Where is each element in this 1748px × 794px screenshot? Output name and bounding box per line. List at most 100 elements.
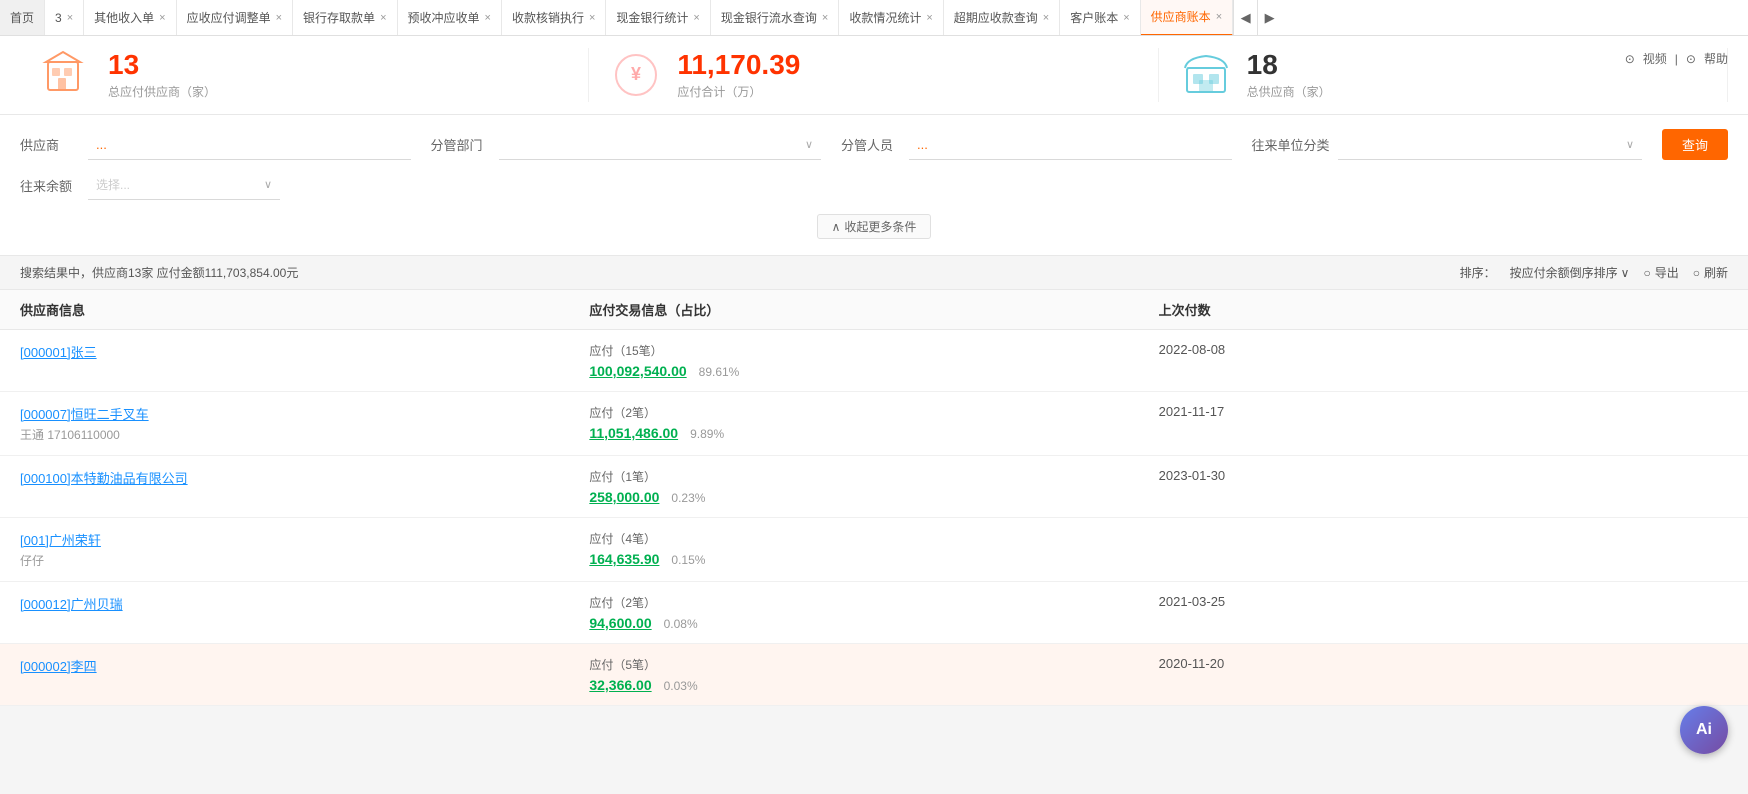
close-icon[interactable]: × xyxy=(693,12,699,24)
last-pay-date: 2022-08-08 xyxy=(1159,342,1226,357)
supplier-info-cell: [000012]广州贝瑞 xyxy=(20,594,589,613)
nav-tab-overdue-ar[interactable]: 超期应收款查询 × xyxy=(944,0,1060,36)
filter-dept: 分管部门 ∨ xyxy=(431,130,822,160)
close-icon[interactable]: × xyxy=(1043,12,1049,24)
supplier-link[interactable]: [000100]本特勤油品有限公司 xyxy=(20,468,589,487)
chevron-down-icon-2: ∨ xyxy=(1626,138,1634,151)
close-icon[interactable]: × xyxy=(485,12,491,24)
supplier-icon xyxy=(40,48,94,102)
collapse-button[interactable]: ∧ 收起更多条件 xyxy=(817,214,932,239)
unit-filter-label: 往来单位分类 xyxy=(1252,135,1330,154)
tx-info-cell: 应付（15笔） 100,092,540.00 89.61% xyxy=(589,342,1158,379)
query-button[interactable]: 查询 xyxy=(1662,129,1728,160)
tx-info-cell: 应付（4笔） 164,635.90 0.15% xyxy=(589,530,1158,567)
tx-amount[interactable]: 258,000.00 xyxy=(589,489,659,505)
close-icon[interactable]: × xyxy=(1123,12,1129,24)
supplier-filter-input[interactable] xyxy=(88,130,411,160)
video-link[interactable]: 视频 xyxy=(1643,50,1667,67)
close-icon[interactable]: × xyxy=(67,12,73,24)
dept-filter-select[interactable]: ∨ xyxy=(499,130,822,160)
unit-filter-select[interactable]: ∨ xyxy=(1338,130,1642,160)
nav-tab-prepay-offset[interactable]: 预收冲应收单 × xyxy=(398,0,502,36)
tx-amount[interactable]: 100,092,540.00 xyxy=(589,363,686,379)
stats-bar: 13 总应付供应商（家） ¥ 11,170.39 应付合计（万） xyxy=(0,36,1748,115)
balance-filter-select[interactable]: 选择... ∨ xyxy=(88,170,280,200)
svg-text:¥: ¥ xyxy=(631,64,641,84)
nav-tab-collection-exec[interactable]: 收款核销执行 × xyxy=(502,0,606,36)
last-pay-cell: 2022-08-08 xyxy=(1159,342,1728,357)
nav-tab-cash-bank-stats[interactable]: 现金银行统计 × xyxy=(606,0,710,36)
help-link[interactable]: 帮助 xyxy=(1704,50,1728,67)
nav-tab-other-income[interactable]: 其他收入单 × xyxy=(84,0,176,36)
result-summary: 搜索结果中，供应商13家 应付金额111,703,854.00元 xyxy=(20,264,298,281)
filter-unit-class: 往来单位分类 ∨ xyxy=(1252,130,1643,160)
supplier-link[interactable]: [001]广州荣轩 xyxy=(20,530,589,549)
sort-label: 排序： xyxy=(1460,264,1496,281)
tx-amount[interactable]: 94,600.00 xyxy=(589,615,651,631)
supplier-link[interactable]: [000012]广州贝瑞 xyxy=(20,594,589,613)
sort-chevron-icon: ∨ xyxy=(1621,266,1630,280)
tx-info-cell: 应付（2笔） 11,051,486.00 9.89% xyxy=(589,404,1158,441)
col-header-tx: 应付交易信息（占比） xyxy=(589,300,1158,319)
dept-filter-label: 分管部门 xyxy=(431,135,491,154)
nav-tab-supplier-ledger[interactable]: 供应商账本 × xyxy=(1141,0,1233,36)
refresh-button[interactable]: ○ 刷新 xyxy=(1693,264,1728,281)
sort-select[interactable]: 按应付余额倒序排序 ∨ xyxy=(1510,264,1630,281)
person-filter-input[interactable] xyxy=(909,130,1232,160)
supplier-info-cell: [000100]本特勤油品有限公司 xyxy=(20,468,589,487)
balance-filter-label: 往来余额 xyxy=(20,176,80,195)
money-icon: ¥ xyxy=(609,48,663,102)
col-header-lastpay: 上次付数 xyxy=(1159,300,1728,319)
result-bar: 搜索结果中，供应商13家 应付金额111,703,854.00元 排序： 按应付… xyxy=(0,256,1748,290)
nav-tab-3[interactable]: 3 × xyxy=(45,0,84,36)
filter-supplier: 供应商 xyxy=(20,130,411,160)
col-header-supplier: 供应商信息 xyxy=(20,300,589,319)
table-row: [000100]本特勤油品有限公司 应付（1笔） 258,000.00 0.23… xyxy=(0,456,1748,518)
close-icon[interactable]: × xyxy=(380,12,386,24)
supplier-link[interactable]: [000007]恒旺二手叉车 xyxy=(20,404,589,423)
nav-tab-ap-adjustment[interactable]: 应收应付调整单 × xyxy=(177,0,293,36)
supplier-link[interactable]: [000002]李四 xyxy=(20,656,589,675)
nav-scroll-right[interactable]: ▶ xyxy=(1257,0,1281,36)
last-pay-date: 2021-11-17 xyxy=(1159,404,1225,419)
last-pay-date: 2023-01-30 xyxy=(1159,468,1226,483)
supplier-info-cell: [000002]李四 xyxy=(20,656,589,675)
table-row: [000012]广州贝瑞 应付（2笔） 94,600.00 0.08% 2021… xyxy=(0,582,1748,644)
close-icon[interactable]: × xyxy=(1216,11,1222,23)
close-icon[interactable]: × xyxy=(926,12,932,24)
nav-tab-cash-bank-flow[interactable]: 现金银行流水查询 × xyxy=(711,0,839,36)
table-header-row: 供应商信息 应付交易信息（占比） 上次付数 xyxy=(0,290,1748,330)
nav-tab-bank-deposit[interactable]: 银行存取款单 × xyxy=(293,0,397,36)
close-icon[interactable]: × xyxy=(589,12,595,24)
filter-row-1: 供应商 分管部门 ∨ 分管人员 往来单位分类 ∨ 查询 xyxy=(20,129,1728,160)
close-icon[interactable]: × xyxy=(822,12,828,24)
tx-percent: 89.61% xyxy=(699,365,740,379)
tx-amount[interactable]: 164,635.90 xyxy=(589,551,659,567)
nav-tab-customer-ledger[interactable]: 客户账本 × xyxy=(1060,0,1140,36)
stat-payable-suppliers: 13 总应付供应商（家） xyxy=(20,48,589,102)
last-pay-date: 2020-11-20 xyxy=(1159,656,1225,671)
table-row: [001]广州荣轩 仔仔 应付（4笔） 164,635.90 0.15% xyxy=(0,518,1748,582)
close-icon[interactable]: × xyxy=(276,12,282,24)
chevron-down-icon: ∨ xyxy=(805,138,813,151)
tx-percent: 0.23% xyxy=(671,491,705,505)
nav-scroll-left[interactable]: ◀ xyxy=(1233,0,1257,36)
ai-assistant-button[interactable]: Ai xyxy=(1680,706,1728,754)
export-button[interactable]: ○ 导出 xyxy=(1643,264,1678,281)
tx-info-cell: 应付（5笔） 32,366.00 0.03% xyxy=(589,656,1158,693)
refresh-icon: ○ xyxy=(1693,266,1700,280)
last-pay-cell: 2021-03-25 xyxy=(1159,594,1728,609)
supplier-table: 供应商信息 应付交易信息（占比） 上次付数 [000001]张三 应付（15笔）… xyxy=(0,290,1748,706)
payable-total-label: 应付合计（万） xyxy=(677,83,800,100)
filter-balance: 往来余额 选择... ∨ xyxy=(20,170,280,200)
collapse-icon: ∧ xyxy=(832,220,841,234)
tx-amount[interactable]: 32,366.00 xyxy=(589,677,651,693)
tx-amount[interactable]: 11,051,486.00 xyxy=(589,425,678,441)
close-icon[interactable]: × xyxy=(159,12,165,24)
table-row: [000002]李四 应付（5笔） 32,366.00 0.03% 2020-1… xyxy=(0,644,1748,706)
nav-tab-collection-stats[interactable]: 收款情况统计 × xyxy=(839,0,943,36)
nav-tab-home[interactable]: 首页 xyxy=(0,0,45,36)
supplier-link[interactable]: [000001]张三 xyxy=(20,342,589,361)
last-pay-cell: 2020-11-20 xyxy=(1159,656,1728,671)
tx-percent: 0.03% xyxy=(664,679,698,693)
